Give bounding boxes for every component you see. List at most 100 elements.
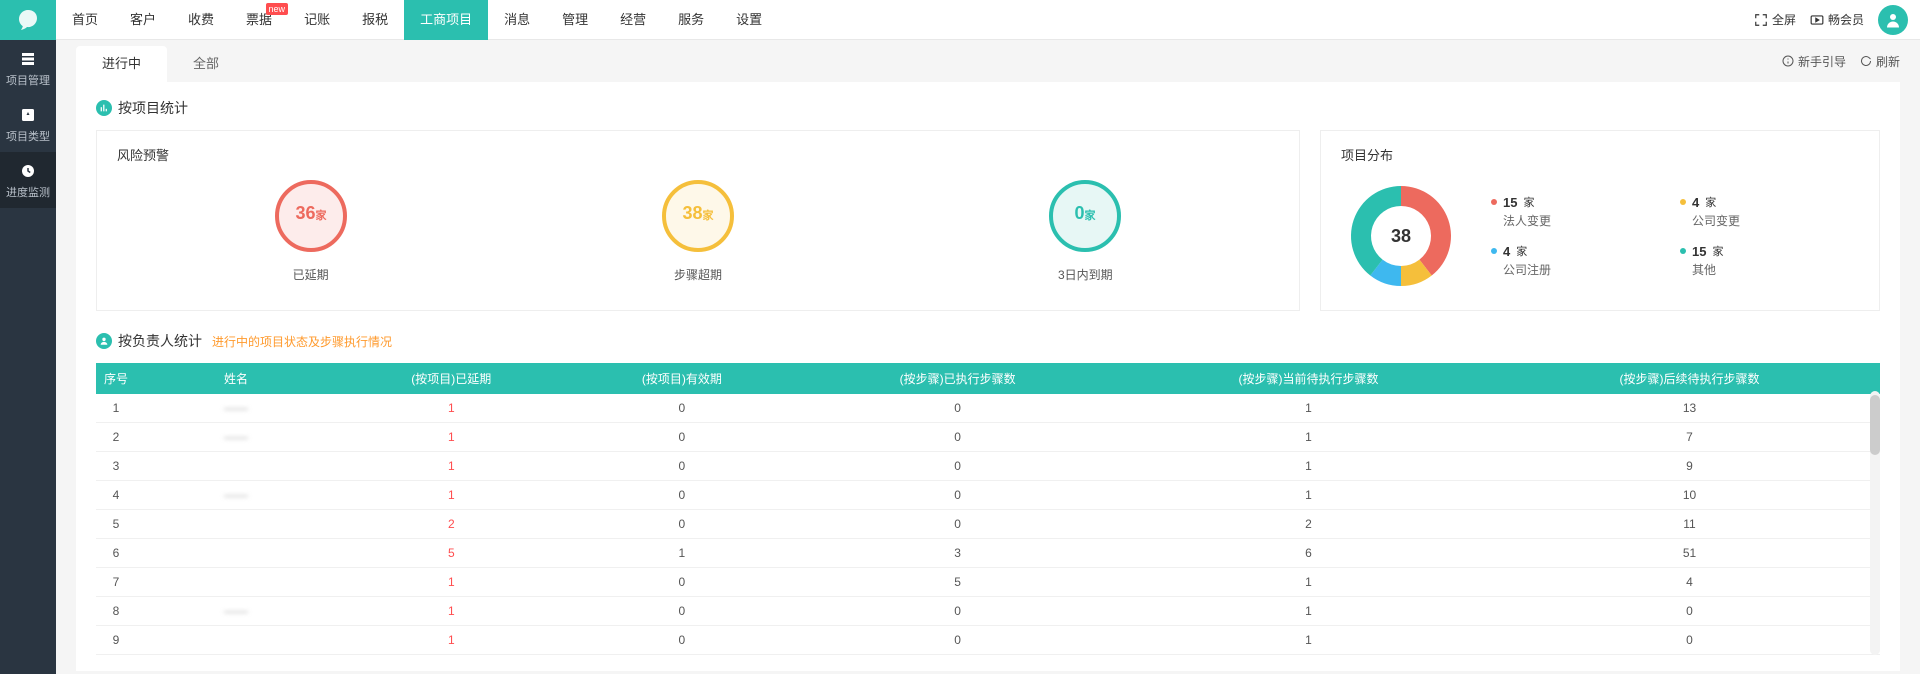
- cell-name: ——: [136, 597, 336, 626]
- guide-button[interactable]: 新手引导: [1782, 53, 1846, 70]
- cell-name: [136, 626, 336, 655]
- legend-label: 其他: [1680, 261, 1859, 278]
- sidebar-icon-2: [19, 162, 37, 180]
- cell-delayed: 1: [336, 597, 567, 626]
- sidebar-item-1[interactable]: 项目类型: [0, 96, 56, 152]
- cell-future: 7: [1499, 423, 1880, 452]
- cell-done: 0: [797, 423, 1118, 452]
- nav-item-6[interactable]: 工商项目: [404, 0, 488, 40]
- cell-future: 11: [1499, 510, 1880, 539]
- cell-idx: 2: [96, 423, 136, 452]
- legend-label: 公司注册: [1491, 261, 1670, 278]
- cell-current: 1: [1118, 394, 1499, 423]
- table-row[interactable]: 710514: [96, 568, 1880, 597]
- cell-done: 0: [797, 510, 1118, 539]
- nav-item-11[interactable]: 设置: [720, 0, 778, 40]
- table-row[interactable]: 1——100113: [96, 394, 1880, 423]
- cell-future: 51: [1499, 539, 1880, 568]
- member-button[interactable]: 畅会员: [1810, 11, 1864, 28]
- cell-done: 0: [797, 626, 1118, 655]
- cell-delayed: 1: [336, 423, 567, 452]
- sidebar-item-0[interactable]: 项目管理: [0, 40, 56, 96]
- legend-unit: 家: [1712, 243, 1723, 259]
- col-header: 姓名: [136, 363, 336, 394]
- table-row[interactable]: 8——10010: [96, 597, 1880, 626]
- risk-title: 风险预警: [117, 145, 1279, 164]
- sidebar-icon-1: [19, 106, 37, 124]
- legend-item-2[interactable]: 4家公司注册: [1491, 243, 1670, 278]
- legend-item-0[interactable]: 15家法人变更: [1491, 194, 1670, 229]
- table-row[interactable]: 6513651: [96, 539, 1880, 568]
- fullscreen-button[interactable]: 全屏: [1754, 11, 1796, 28]
- nav-item-7[interactable]: 消息: [488, 0, 546, 40]
- nav-item-8[interactable]: 管理: [546, 0, 604, 40]
- tab-0[interactable]: 进行中: [76, 46, 167, 82]
- logo[interactable]: [0, 0, 56, 40]
- cell-idx: 1: [96, 394, 136, 423]
- legend-dot: [1680, 199, 1686, 205]
- cell-done: 0: [797, 597, 1118, 626]
- nav-item-3[interactable]: 票据new: [230, 0, 288, 40]
- nav-item-4[interactable]: 记账: [288, 0, 346, 40]
- legend-label: 法人变更: [1491, 212, 1670, 229]
- sidebar-item-2[interactable]: 进度监测: [0, 152, 56, 208]
- table-row[interactable]: 4——100110: [96, 481, 1880, 510]
- legend-count: 4: [1692, 195, 1699, 210]
- table-row[interactable]: 2——10017: [96, 423, 1880, 452]
- fullscreen-label: 全屏: [1772, 11, 1796, 28]
- cell-done: 5: [797, 568, 1118, 597]
- legend-item-1[interactable]: 4家公司变更: [1680, 194, 1859, 229]
- refresh-button[interactable]: 刷新: [1860, 53, 1900, 70]
- risk-circle-1[interactable]: 38家步骤超期: [658, 176, 738, 283]
- nav-item-9[interactable]: 经营: [604, 0, 662, 40]
- cell-valid: 0: [567, 597, 798, 626]
- cell-delayed: 1: [336, 394, 567, 423]
- logo-icon: [16, 8, 40, 32]
- cell-delayed: 1: [336, 626, 567, 655]
- cell-current: 1: [1118, 626, 1499, 655]
- table-row[interactable]: 5200211: [96, 510, 1880, 539]
- legend-count: 15: [1503, 195, 1517, 210]
- cell-idx: 9: [96, 626, 136, 655]
- risk-label: 步骤超期: [658, 266, 738, 283]
- cell-valid: 0: [567, 394, 798, 423]
- cell-future: 4: [1499, 568, 1880, 597]
- risk-circle-2[interactable]: 0家3日内到期: [1045, 176, 1125, 283]
- dist-title: 项目分布: [1341, 145, 1859, 164]
- table-row[interactable]: 910010: [96, 626, 1880, 655]
- cell-idx: 7: [96, 568, 136, 597]
- table-row[interactable]: 310019: [96, 452, 1880, 481]
- col-header: (按步骤)后续待执行步骤数: [1499, 363, 1880, 394]
- ring-icon: 36家: [271, 176, 351, 256]
- nav-item-2[interactable]: 收费: [172, 0, 230, 40]
- cell-current: 2: [1118, 510, 1499, 539]
- cell-name: [136, 539, 336, 568]
- badge-new: new: [266, 3, 289, 15]
- nav-item-1[interactable]: 客户: [114, 0, 172, 40]
- scrollbar-thumb[interactable]: [1870, 395, 1880, 455]
- risk-circle-0[interactable]: 36家已延期: [271, 176, 351, 283]
- risk-label: 3日内到期: [1045, 266, 1125, 283]
- donut-total: 38: [1376, 211, 1426, 261]
- dist-panel: 项目分布 38 15家法人变更4家公司变更4家公司注册15家其他: [1320, 130, 1880, 311]
- section-project-title-text: 按项目统计: [118, 98, 188, 118]
- cell-idx: 4: [96, 481, 136, 510]
- cell-done: 3: [797, 539, 1118, 568]
- legend-count: 15: [1692, 244, 1706, 259]
- legend-dot: [1680, 248, 1686, 254]
- legend-unit: 家: [1705, 194, 1716, 210]
- nav-item-10[interactable]: 服务: [662, 0, 720, 40]
- guide-label: 新手引导: [1798, 53, 1846, 70]
- nav-item-0[interactable]: 首页: [56, 0, 114, 40]
- cell-delayed: 1: [336, 481, 567, 510]
- cell-current: 1: [1118, 423, 1499, 452]
- legend-item-3[interactable]: 15 家其他: [1680, 243, 1859, 278]
- nav-item-5[interactable]: 报税: [346, 0, 404, 40]
- cell-done: 0: [797, 452, 1118, 481]
- cell-done: 0: [797, 394, 1118, 423]
- section-person-subtitle: 进行中的项目状态及步骤执行情况: [212, 333, 392, 350]
- avatar[interactable]: [1878, 5, 1908, 35]
- sidebar-icon-0: [19, 50, 37, 68]
- cell-current: 1: [1118, 452, 1499, 481]
- tab-1[interactable]: 全部: [167, 46, 245, 82]
